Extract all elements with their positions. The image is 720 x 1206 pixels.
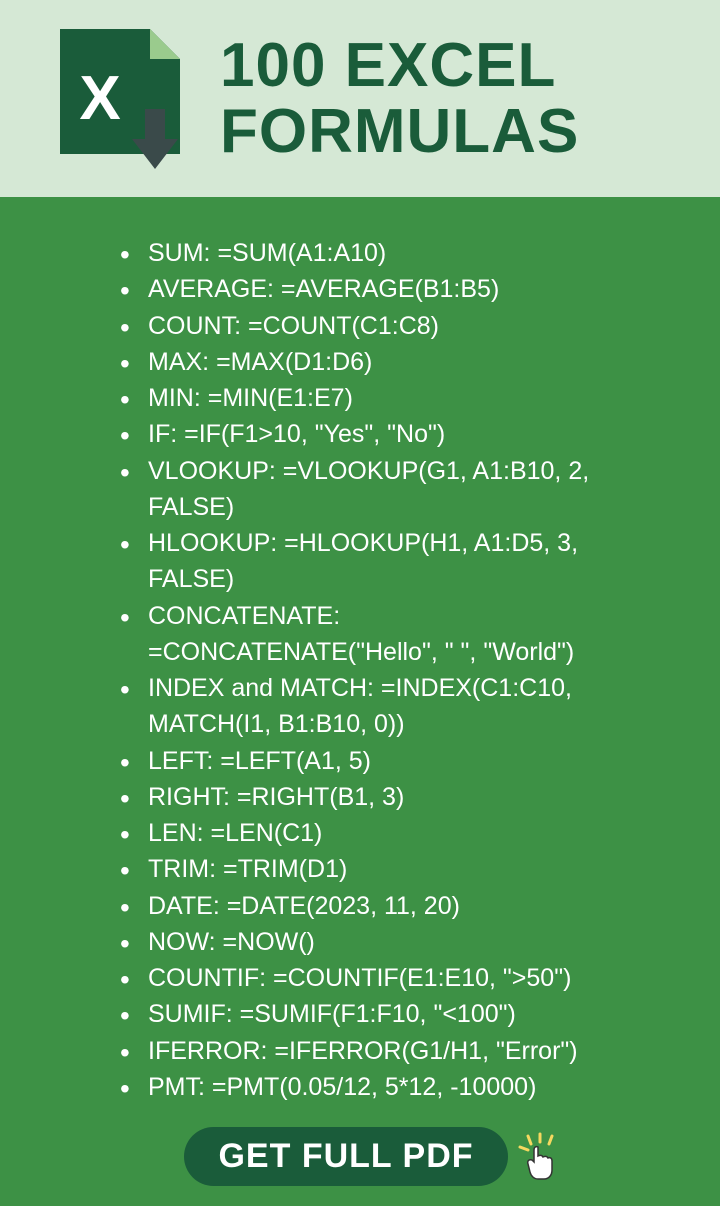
list-item: MIN: =MIN(E1:E7) — [120, 380, 630, 416]
list-item: PMT: =PMT(0.05/12, 5*12, -10000) — [120, 1069, 630, 1105]
list-item: INDEX and MATCH: =INDEX(C1:C10, MATCH(I1… — [120, 670, 630, 743]
cta-container: GET FULL PDF — [120, 1127, 630, 1186]
page-title: 100 EXCEL FORMULAS — [220, 33, 680, 163]
list-item: COUNT: =COUNT(C1:C8) — [120, 308, 630, 344]
svg-text:X: X — [79, 64, 120, 133]
list-item: HLOOKUP: =HLOOKUP(H1, A1:D5, 3, FALSE) — [120, 525, 630, 598]
list-item: TRIM: =TRIM(D1) — [120, 851, 630, 887]
list-item: VLOOKUP: =VLOOKUP(G1, A1:B10, 2, FALSE) — [120, 453, 630, 526]
click-cursor-icon — [516, 1132, 566, 1182]
list-item: MAX: =MAX(D1:D6) — [120, 344, 630, 380]
list-item: IF: =IF(F1>10, "Yes", "No") — [120, 416, 630, 452]
list-item: RIGHT: =RIGHT(B1, 3) — [120, 779, 630, 815]
content-area: SUM: =SUM(A1:A10) AVERAGE: =AVERAGE(B1:B… — [0, 205, 720, 1206]
excel-file-download-icon: X — [50, 24, 190, 174]
list-item: SUM: =SUM(A1:A10) — [120, 235, 630, 271]
list-item: COUNTIF: =COUNTIF(E1:E10, ">50") — [120, 960, 630, 996]
list-item: AVERAGE: =AVERAGE(B1:B5) — [120, 271, 630, 307]
list-item: IFERROR: =IFERROR(G1/H1, "Error") — [120, 1033, 630, 1069]
list-item: NOW: =NOW() — [120, 924, 630, 960]
list-item: SUMIF: =SUMIF(F1:F10, "<100") — [120, 996, 630, 1032]
list-item: DATE: =DATE(2023, 11, 20) — [120, 888, 630, 924]
list-item: LEN: =LEN(C1) — [120, 815, 630, 851]
get-full-pdf-button[interactable]: GET FULL PDF — [184, 1127, 507, 1186]
list-item: LEFT: =LEFT(A1, 5) — [120, 743, 630, 779]
formula-list: SUM: =SUM(A1:A10) AVERAGE: =AVERAGE(B1:B… — [120, 235, 630, 1105]
list-item: CONCATENATE: =CONCATENATE("Hello", " ", … — [120, 598, 630, 671]
header: X 100 EXCEL FORMULAS — [0, 0, 720, 205]
